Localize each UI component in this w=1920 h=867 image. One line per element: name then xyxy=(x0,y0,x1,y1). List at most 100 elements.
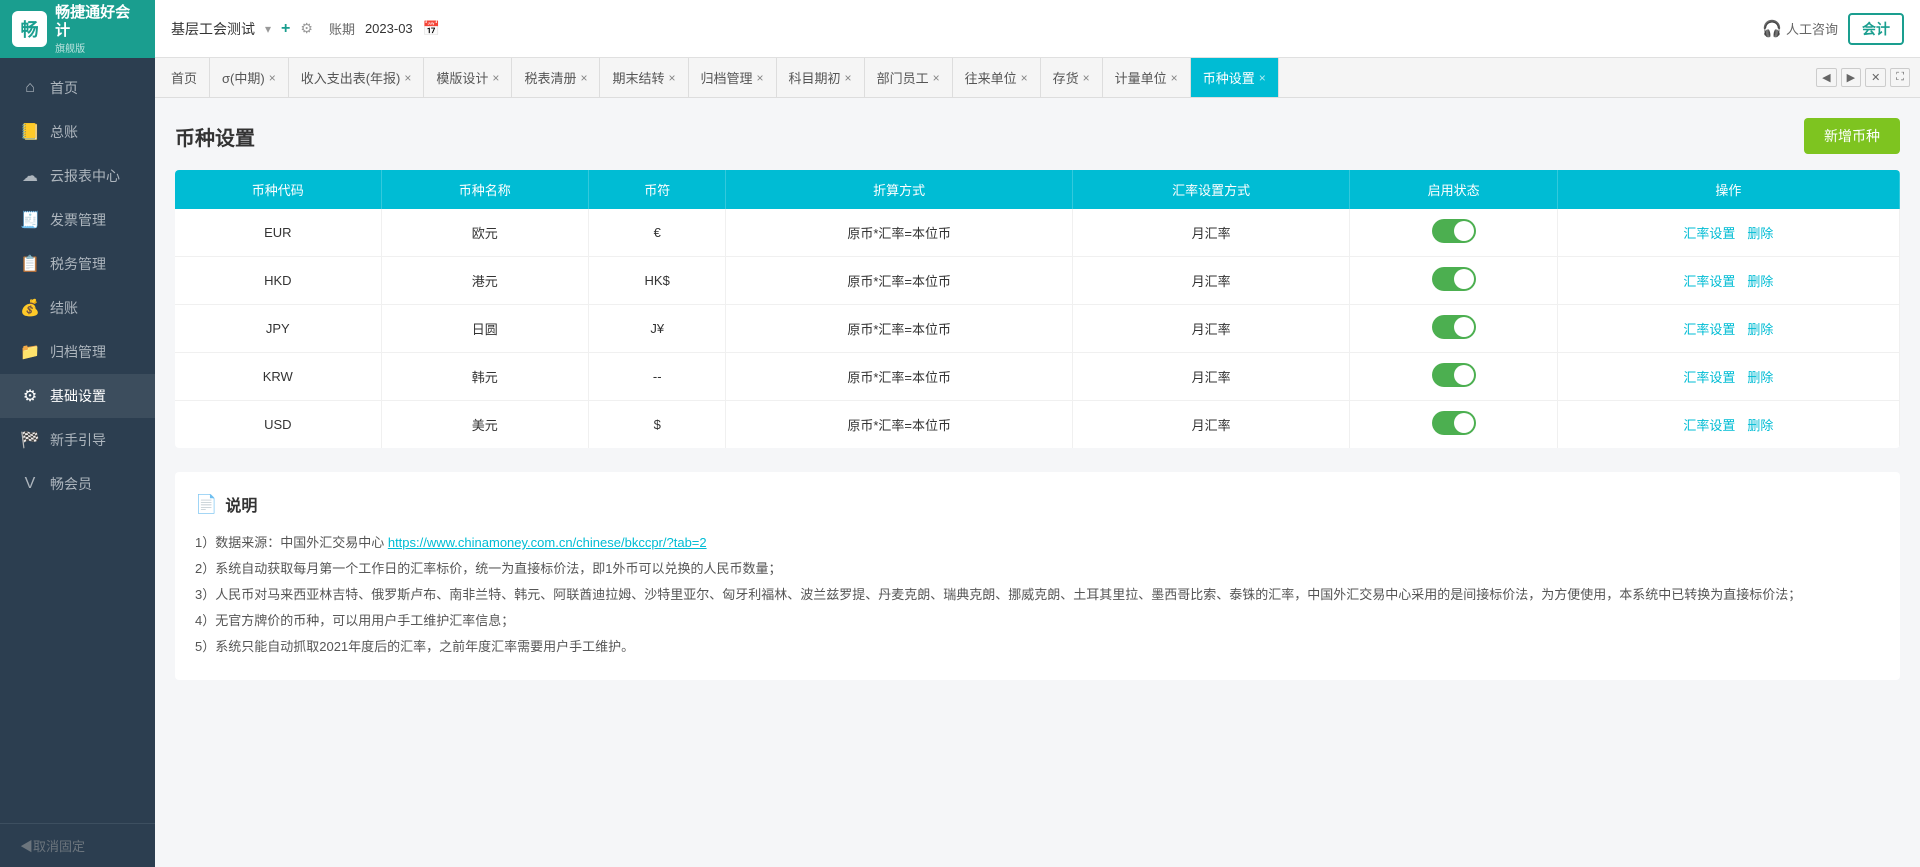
tab-close-archive[interactable]: × xyxy=(757,71,764,85)
tab-close-tax[interactable]: × xyxy=(580,71,587,85)
enabled-toggle-HKD[interactable] xyxy=(1432,267,1476,291)
tab-subject_init[interactable]: 科目期初 × xyxy=(777,58,865,98)
tab-close-client[interactable]: × xyxy=(1021,71,1028,85)
account-button[interactable]: 会计 xyxy=(1848,13,1904,45)
tab-close-unit[interactable]: × xyxy=(1171,71,1178,85)
nav-label-tax: 税务管理 xyxy=(50,254,106,274)
tab-client[interactable]: 往来单位 × xyxy=(953,58,1041,98)
delete-link-JPY[interactable]: 删除 xyxy=(1747,322,1773,337)
sidebar-item-member[interactable]: V畅会员 xyxy=(0,462,155,506)
tab-template[interactable]: 模版设计 × xyxy=(424,58,512,98)
cell-enabled xyxy=(1350,305,1557,353)
sidebar-item-settings[interactable]: ⚙基础设置 xyxy=(0,374,155,418)
tab-close-template[interactable]: × xyxy=(492,71,499,85)
cell-actions: 汇率设置删除 xyxy=(1557,209,1899,257)
delete-link-KRW[interactable]: 删除 xyxy=(1747,370,1773,385)
calendar-icon[interactable]: 📅 xyxy=(423,20,440,37)
table-body: EUR欧元€原币*汇率=本位币月汇率汇率设置删除HKD港元HK$原币*汇率=本位… xyxy=(175,209,1900,448)
tab-close-currency[interactable]: × xyxy=(1259,71,1266,85)
tab-label-tax: 税表清册 xyxy=(524,68,576,87)
tab-close-income[interactable]: × xyxy=(404,71,411,85)
tab-close-button[interactable]: ✕ xyxy=(1865,68,1886,87)
sidebar-item-checkout[interactable]: 💰结账 xyxy=(0,286,155,330)
sidebar-item-invoice[interactable]: 🧾发票管理 xyxy=(0,198,155,242)
sidebar-item-ledger[interactable]: 📒总账 xyxy=(0,110,155,154)
rate-setting-link-KRW[interactable]: 汇率设置 xyxy=(1683,370,1735,385)
sidebar-item-tax[interactable]: 📋税务管理 xyxy=(0,242,155,286)
company-dropdown-icon[interactable]: ▾ xyxy=(265,22,271,36)
tab-label-subject_init: 科目期初 xyxy=(789,68,841,87)
delete-link-HKD[interactable]: 删除 xyxy=(1747,274,1773,289)
tab-label-period_end: 期末结转 xyxy=(612,68,664,87)
tab-label-home: 首页 xyxy=(171,68,197,87)
tab-currency[interactable]: 币种设置 × xyxy=(1191,58,1279,98)
tab-label-balance: σ(中期) xyxy=(222,68,265,87)
note-item-5: 5）系统只能自动抓取2021年度后的汇率，之前年度汇率需要用户手工维护。 xyxy=(195,634,1880,660)
cell-calc: 原币*汇率=本位币 xyxy=(726,401,1073,449)
sidebar-item-archive[interactable]: 📁归档管理 xyxy=(0,330,155,374)
delete-link-EUR[interactable]: 删除 xyxy=(1747,226,1773,241)
notes-title-text: 说明 xyxy=(225,492,257,516)
enabled-toggle-EUR[interactable] xyxy=(1432,219,1476,243)
sidebar-unpin[interactable]: ◀取消固定 xyxy=(0,823,155,867)
tab-department[interactable]: 部门员工 × xyxy=(865,58,953,98)
tab-close-inventory[interactable]: × xyxy=(1083,71,1090,85)
settings-icon[interactable]: ⚙ xyxy=(300,20,313,37)
tab-inventory[interactable]: 存货 × xyxy=(1041,58,1103,98)
tab-close-period_end[interactable]: × xyxy=(668,71,675,85)
cell-enabled xyxy=(1350,257,1557,305)
nav-icon-invoice: 🧾 xyxy=(20,210,40,230)
notes-list: 1）数据来源：中国外汇交易中心 https://www.chinamoney.c… xyxy=(195,530,1880,660)
enabled-toggle-KRW[interactable] xyxy=(1432,363,1476,387)
table-row: JPY日圆J¥原币*汇率=本位币月汇率汇率设置删除 xyxy=(175,305,1900,353)
sidebar-item-reports[interactable]: ☁云报表中心 xyxy=(0,154,155,198)
rate-setting-link-USD[interactable]: 汇率设置 xyxy=(1683,418,1735,433)
sidebar-item-home[interactable]: ⌂首页 xyxy=(0,66,155,110)
rate-setting-link-EUR[interactable]: 汇率设置 xyxy=(1683,226,1735,241)
delete-link-USD[interactable]: 删除 xyxy=(1747,418,1773,433)
china-money-link[interactable]: https://www.chinamoney.com.cn/chinese/bk… xyxy=(388,535,707,550)
tab-income[interactable]: 收入支出表(年报) × xyxy=(289,58,425,98)
tab-label-inventory: 存货 xyxy=(1053,68,1079,87)
cell-rate: 月汇率 xyxy=(1072,305,1349,353)
tab-expand-button[interactable]: ⛶ xyxy=(1890,68,1910,87)
cell-code: EUR xyxy=(175,209,381,257)
rate-setting-link-JPY[interactable]: 汇率设置 xyxy=(1683,322,1735,337)
nav-label-reports: 云报表中心 xyxy=(50,166,120,186)
tab-next-button[interactable]: ▶ xyxy=(1841,68,1861,87)
col-header-汇率设置方式: 汇率设置方式 xyxy=(1072,170,1349,209)
tab-tax[interactable]: 税表清册 × xyxy=(512,58,600,98)
add-company-button[interactable]: + xyxy=(281,20,290,38)
tab-prev-button[interactable]: ◀ xyxy=(1816,68,1836,87)
tab-label-income: 收入支出表(年报) xyxy=(301,68,401,87)
tab-label-template: 模版设计 xyxy=(436,68,488,87)
topbar-right: 🎧 人工咨询 会计 xyxy=(1762,13,1904,45)
new-currency-button[interactable]: 新增币种 xyxy=(1804,118,1900,154)
tab-home[interactable]: 首页 xyxy=(159,58,210,98)
cell-actions: 汇率设置删除 xyxy=(1557,353,1899,401)
cell-enabled xyxy=(1350,353,1557,401)
tab-close-department[interactable]: × xyxy=(933,71,940,85)
tab-close-subject_init[interactable]: × xyxy=(845,71,852,85)
tab-unit[interactable]: 计量单位 × xyxy=(1103,58,1191,98)
rate-setting-link-HKD[interactable]: 汇率设置 xyxy=(1683,274,1735,289)
cell-actions: 汇率设置删除 xyxy=(1557,305,1899,353)
tab-label-archive: 归档管理 xyxy=(701,68,753,87)
tab-close-balance[interactable]: × xyxy=(269,71,276,85)
tab-balance[interactable]: σ(中期) × xyxy=(210,58,289,98)
nav-icon-home: ⌂ xyxy=(20,79,40,97)
tab-archive[interactable]: 归档管理 × xyxy=(689,58,777,98)
cell-symbol: J¥ xyxy=(589,305,726,353)
logo-info: 畅捷通好会计 旗舰版 xyxy=(55,4,143,55)
enabled-toggle-USD[interactable] xyxy=(1432,411,1476,435)
enabled-toggle-JPY[interactable] xyxy=(1432,315,1476,339)
currency-table-wrap: 币种代码币种名称币符折算方式汇率设置方式启用状态操作 EUR欧元€原币*汇率=本… xyxy=(175,170,1900,448)
customer-service-button[interactable]: 🎧 人工咨询 xyxy=(1762,19,1838,39)
cell-code: USD xyxy=(175,401,381,449)
sidebar-item-guide[interactable]: 🏁新手引导 xyxy=(0,418,155,462)
company-name: 基层工会测试 xyxy=(171,19,255,39)
tab-period_end[interactable]: 期末结转 × xyxy=(600,58,688,98)
col-header-启用状态: 启用状态 xyxy=(1350,170,1557,209)
tabbar-nav: ◀ ▶ ✕ ⛶ xyxy=(1810,68,1916,87)
nav-label-ledger: 总账 xyxy=(50,122,78,142)
